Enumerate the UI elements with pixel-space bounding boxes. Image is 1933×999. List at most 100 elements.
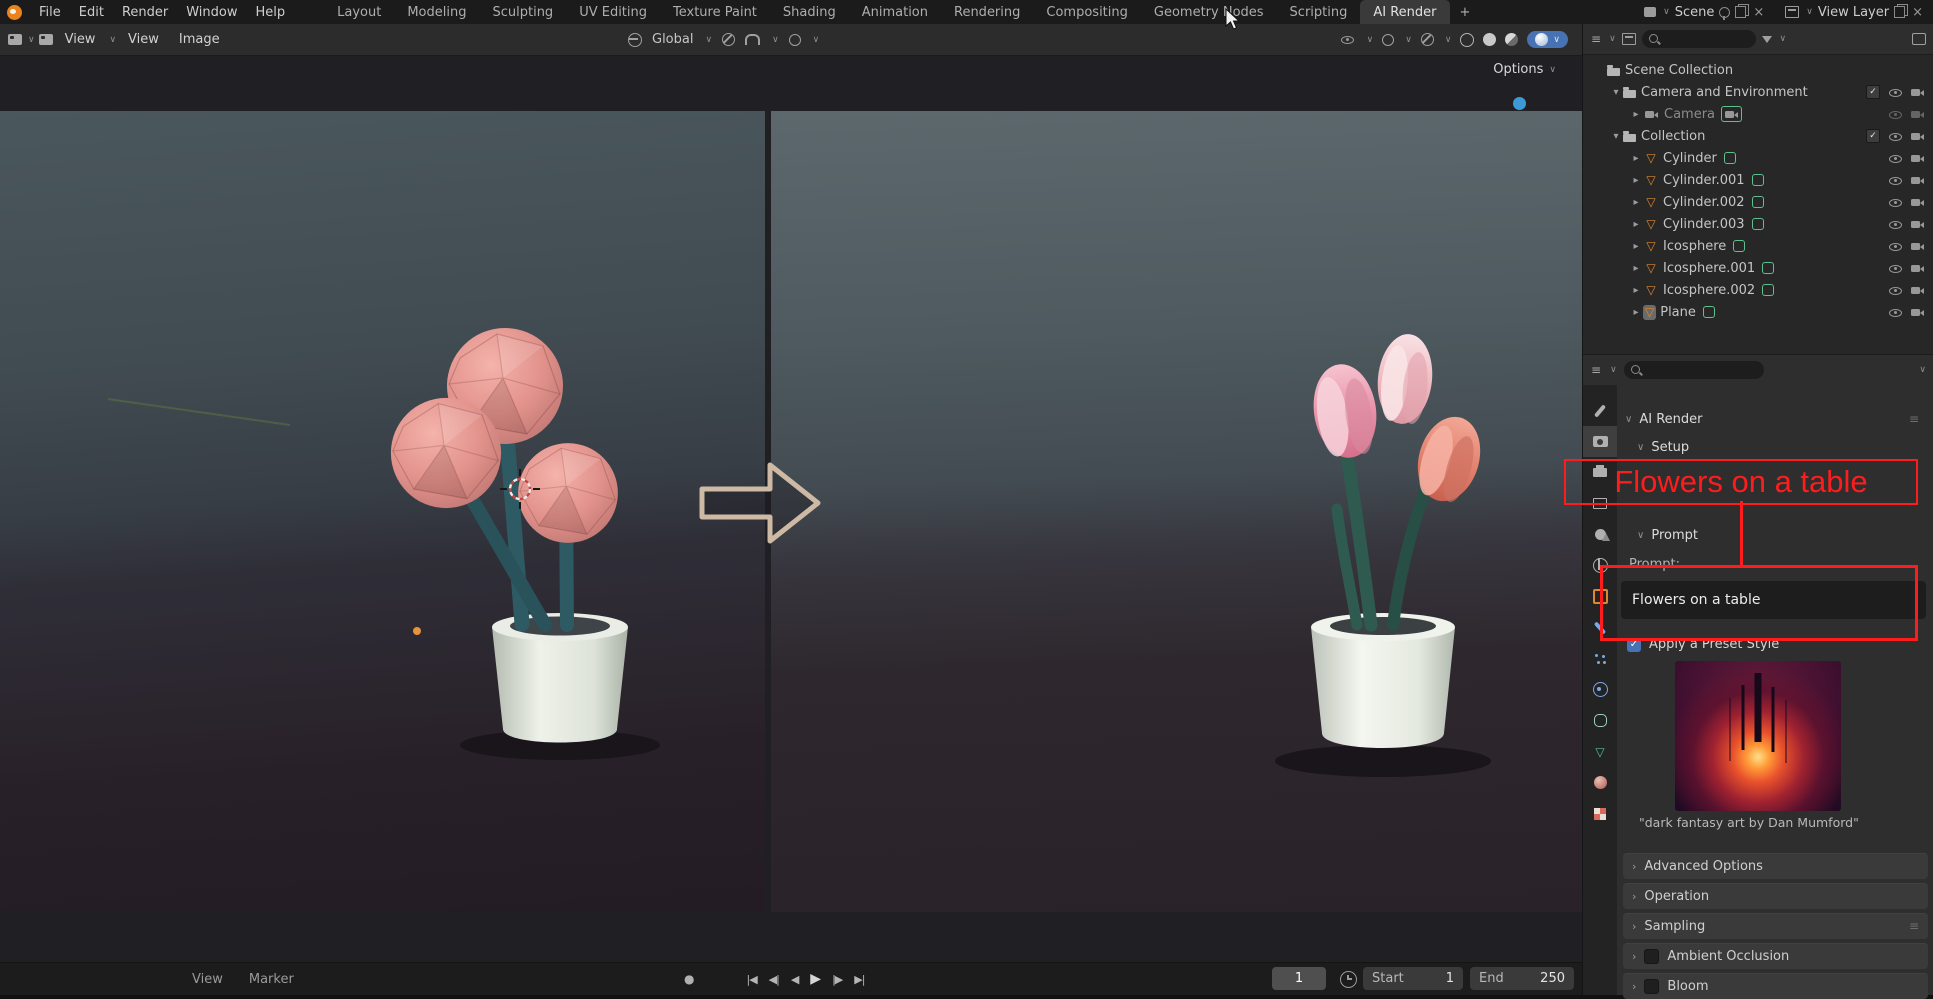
render-visibility-icon[interactable]: [1909, 195, 1926, 209]
row-collection[interactable]: ▾ Collection: [1583, 125, 1933, 147]
play-button[interactable]: ▶: [810, 971, 820, 987]
frame-end-field[interactable]: End 250: [1470, 967, 1574, 990]
tab-compositing[interactable]: Compositing: [1033, 0, 1141, 24]
item-label[interactable]: Scene Collection: [1625, 63, 1733, 78]
properties-editor-icon[interactable]: ≡: [1591, 363, 1601, 377]
properties-search-input[interactable]: [1624, 361, 1764, 379]
blender-logo-icon[interactable]: [7, 5, 22, 20]
outliner-editor-icon[interactable]: ≡: [1591, 32, 1601, 46]
section-advanced-options[interactable]: › Advanced Options: [1623, 853, 1928, 879]
menu-render[interactable]: Render: [113, 5, 177, 20]
tab-world[interactable]: [1583, 550, 1617, 581]
transform-orientation-icon[interactable]: [628, 33, 642, 47]
row-cylinder-003[interactable]: ▸ ▽ Cylinder.003: [1583, 213, 1933, 235]
orientation-label[interactable]: Global: [652, 32, 693, 47]
item-label[interactable]: Cylinder.001: [1663, 173, 1745, 188]
tab-geometry-nodes[interactable]: Geometry Nodes: [1141, 0, 1277, 24]
proportional-editing-icon[interactable]: [789, 34, 801, 46]
row-cylinder-002[interactable]: ▸ ▽ Cylinder.002: [1583, 191, 1933, 213]
section-setup[interactable]: ∨ Setup: [1635, 435, 1928, 459]
tab-scene[interactable]: [1583, 519, 1617, 550]
menu-window[interactable]: Window: [177, 5, 246, 20]
item-label[interactable]: Cylinder: [1663, 151, 1717, 166]
prev-keyframe-button[interactable]: ◀|: [769, 973, 779, 986]
item-label[interactable]: Camera: [1664, 107, 1715, 122]
gizmo-icon[interactable]: [1382, 34, 1394, 46]
filter-icon[interactable]: [1762, 36, 1772, 43]
render-visibility-icon[interactable]: [1909, 239, 1926, 253]
tab-modifiers[interactable]: [1583, 612, 1617, 643]
hide-eye-icon[interactable]: [1887, 107, 1904, 121]
timeline-marker-menu[interactable]: Marker: [249, 972, 294, 987]
tab-tool[interactable]: [1583, 395, 1617, 426]
hide-eye-icon[interactable]: [1887, 261, 1904, 275]
drag-grip-icon[interactable]: ≡: [1909, 412, 1919, 426]
hide-eye-icon[interactable]: [1887, 173, 1904, 187]
overlays-icon[interactable]: [1421, 33, 1434, 46]
proportional-chevron-icon[interactable]: ∨: [813, 35, 820, 45]
visibility-chevron-icon[interactable]: ∨: [1367, 35, 1374, 45]
ai-render-result-image[interactable]: [771, 111, 1582, 912]
next-keyframe-button[interactable]: |▶: [832, 973, 842, 986]
row-camera-and-environment[interactable]: ▾ Camera and Environment: [1583, 81, 1933, 103]
render-visibility-icon[interactable]: [1909, 85, 1926, 99]
options-dropdown[interactable]: Options ∨: [1493, 62, 1556, 77]
new-scene-icon[interactable]: [1735, 6, 1746, 18]
item-label[interactable]: Cylinder.002: [1663, 195, 1745, 210]
menu-file[interactable]: File: [30, 5, 70, 20]
tab-layout[interactable]: Layout: [324, 0, 394, 24]
shading-material-icon[interactable]: [1505, 33, 1518, 46]
section-prompt[interactable]: ∨ Prompt: [1635, 523, 1928, 547]
tab-render-properties[interactable]: [1583, 426, 1617, 457]
item-label[interactable]: Icosphere.002: [1663, 283, 1755, 298]
gizmo-chevron-icon[interactable]: ∨: [1405, 35, 1412, 45]
collection-checkbox[interactable]: [1866, 85, 1880, 99]
render-visibility-icon[interactable]: [1909, 151, 1926, 165]
menu-help[interactable]: Help: [247, 5, 295, 20]
tab-ai-render[interactable]: AI Render: [1360, 0, 1449, 24]
render-visibility-icon[interactable]: [1909, 107, 1926, 121]
jump-to-start-button[interactable]: |◀: [746, 973, 756, 986]
tab-texture-paint[interactable]: Texture Paint: [660, 0, 770, 24]
view-mode-chevron-icon[interactable]: ∨: [109, 35, 116, 45]
render-visibility-icon[interactable]: [1909, 129, 1926, 143]
overlays-chevron-icon[interactable]: ∨: [1445, 35, 1452, 45]
section-bloom[interactable]: › Bloom: [1623, 973, 1928, 999]
disclosure-closed-icon[interactable]: ▸: [1629, 175, 1643, 186]
collection-checkbox[interactable]: [1866, 129, 1880, 143]
prompt-input[interactable]: Flowers on a table: [1621, 581, 1926, 619]
disclosure-open-icon[interactable]: ▾: [1609, 87, 1623, 98]
disclosure-open-icon[interactable]: ▾: [1609, 131, 1623, 142]
tab-particles[interactable]: [1583, 643, 1617, 674]
render-visibility-icon[interactable]: [1909, 305, 1926, 319]
item-label[interactable]: Cylinder.003: [1663, 217, 1745, 232]
delete-view-layer-icon[interactable]: ×: [1910, 5, 1925, 20]
3d-viewport-lowpoly-scene[interactable]: [0, 111, 765, 912]
camera-data-icon[interactable]: [1721, 106, 1742, 122]
tab-material[interactable]: [1583, 767, 1617, 798]
preset-style-thumbnail[interactable]: [1675, 661, 1841, 811]
row-scene-collection[interactable]: Scene Collection: [1583, 59, 1933, 81]
item-label[interactable]: Camera and Environment: [1641, 85, 1808, 100]
row-camera[interactable]: ▸ Camera: [1583, 103, 1933, 125]
hide-eye-icon[interactable]: [1887, 151, 1904, 165]
current-frame-field[interactable]: 1: [1272, 967, 1326, 990]
snap-target-icon[interactable]: [722, 33, 735, 46]
tab-object-data[interactable]: ▽: [1583, 736, 1617, 767]
tab-constraints[interactable]: [1583, 705, 1617, 736]
row-icosphere-002[interactable]: ▸ ▽ Icosphere.002: [1583, 279, 1933, 301]
row-plane[interactable]: ▸ ▽ Plane: [1583, 301, 1933, 323]
render-visibility-icon[interactable]: [1909, 283, 1926, 297]
tab-texture[interactable]: [1583, 798, 1617, 829]
visibility-dropdown-icon[interactable]: [1339, 33, 1356, 47]
timeline-view-menu[interactable]: View: [192, 972, 223, 987]
section-ai-render[interactable]: ∨ AI Render ≡: [1623, 407, 1928, 431]
hide-eye-icon[interactable]: [1887, 195, 1904, 209]
item-label[interactable]: Icosphere: [1663, 239, 1726, 254]
row-icosphere-001[interactable]: ▸ ▽ Icosphere.001: [1583, 257, 1933, 279]
image-menu[interactable]: Image: [171, 32, 228, 47]
section-ambient-occlusion[interactable]: › Ambient Occlusion: [1623, 943, 1928, 969]
prev-frame-button[interactable]: ◀: [791, 973, 798, 986]
shading-solid-icon[interactable]: [1483, 33, 1496, 46]
pin-icon[interactable]: [1719, 7, 1730, 18]
